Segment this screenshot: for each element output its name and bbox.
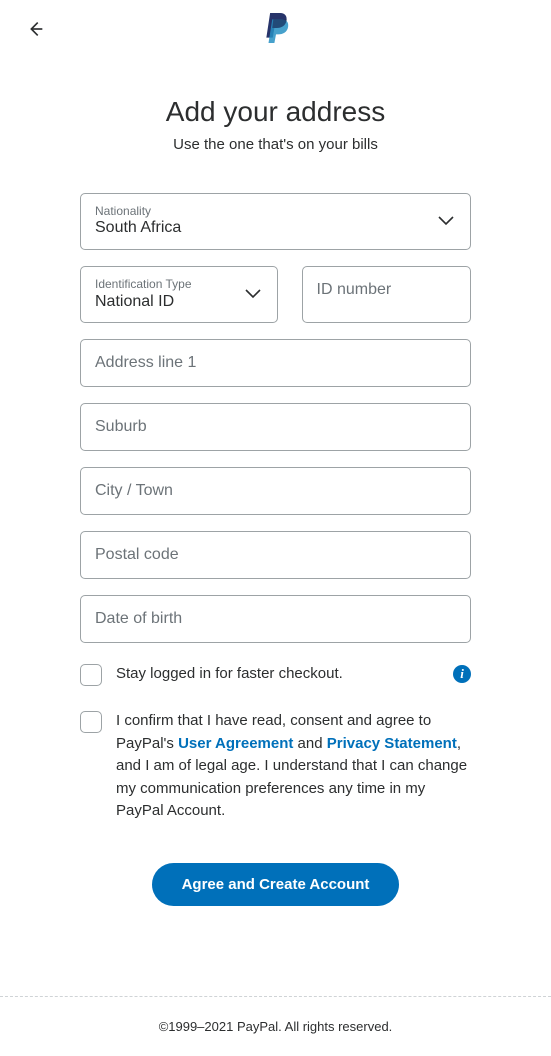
id-type-value: National ID [95,293,174,310]
suburb-input[interactable] [81,404,470,450]
id-number-input[interactable] [303,267,471,313]
id-type-select[interactable]: Identification Type National ID [80,266,278,323]
agree-create-account-button[interactable]: Agree and Create Account [152,863,400,906]
city-input[interactable] [81,468,470,514]
page-title: Add your address [80,96,471,128]
arrow-left-icon [24,18,46,40]
consent-text-2: and [293,735,326,752]
stay-logged-in-checkbox[interactable] [80,664,102,686]
nationality-label: Nationality [95,204,456,218]
consent-checkbox[interactable] [80,711,102,733]
paypal-logo [263,13,289,43]
chevron-down-icon [438,213,454,231]
postal-code-input[interactable] [81,532,470,578]
footer-copyright: ©1999–2021 PayPal. All rights reserved. [159,1019,393,1034]
date-of-birth-input[interactable] [81,596,470,642]
page-subtitle: Use the one that's on your bills [80,136,471,153]
address-line-1-input[interactable] [81,340,470,386]
chevron-down-icon [245,286,261,304]
nationality-value: South Africa [95,219,181,236]
user-agreement-link[interactable]: User Agreement [178,735,293,752]
privacy-statement-link[interactable]: Privacy Statement [327,735,457,752]
back-button[interactable] [24,18,46,40]
nationality-select[interactable]: Nationality South Africa [80,193,471,250]
id-type-label: Identification Type [95,277,263,291]
consent-text: I confirm that I have read, consent and … [116,710,471,823]
stay-logged-in-label: Stay logged in for faster checkout. [116,663,471,686]
